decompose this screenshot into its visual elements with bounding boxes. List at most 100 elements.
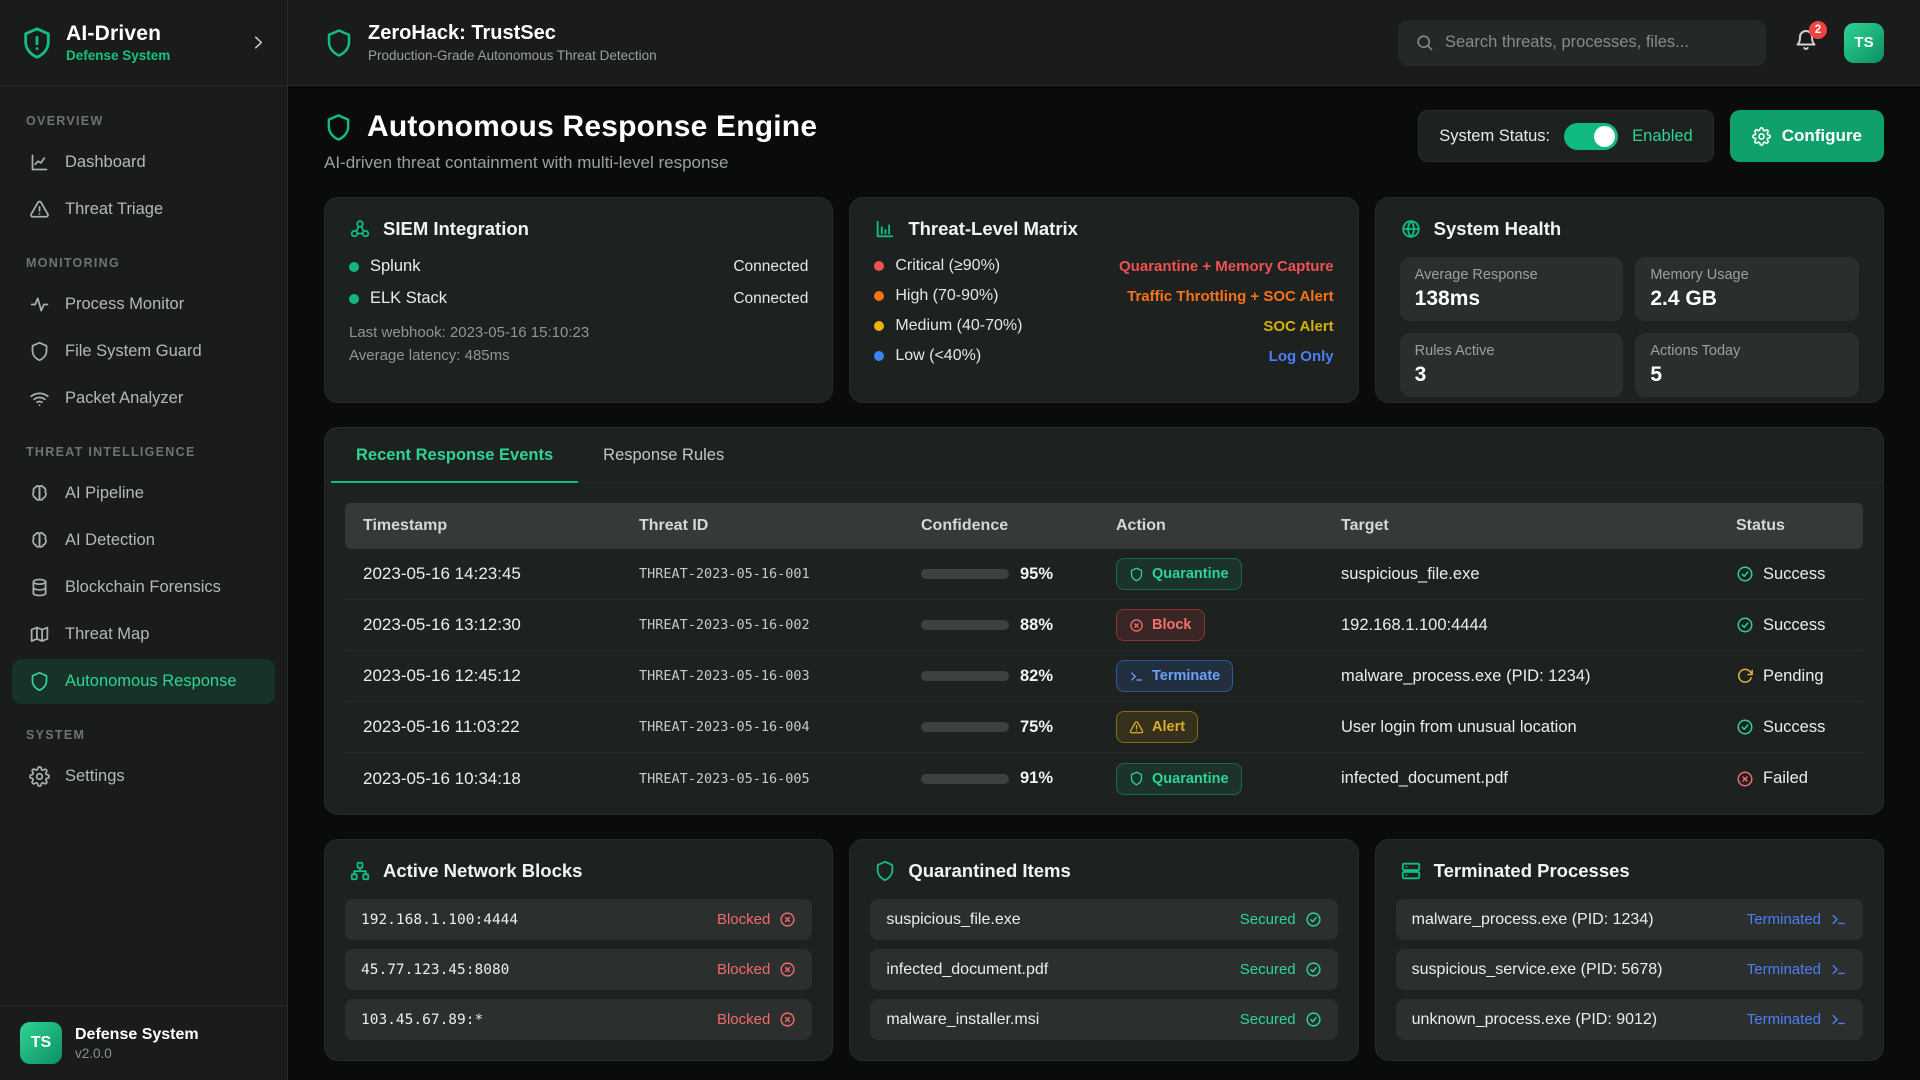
column-header: Action [1098, 503, 1323, 549]
brain-icon [29, 483, 50, 504]
sidebar-section-label: MONITORING [0, 234, 287, 280]
column-header: Timestamp [345, 503, 621, 549]
event-row: 2023-05-16 12:45:12 THREAT-2023-05-16-00… [345, 651, 1863, 702]
event-status: Pending [1718, 667, 1863, 686]
item-status[interactable]: Terminated [1747, 961, 1847, 978]
item-status[interactable]: Blocked [717, 1011, 796, 1028]
action-badge-terminate[interactable]: Terminate [1116, 660, 1233, 692]
stat-value: 138ms [1415, 287, 1609, 311]
stat-label: Actions Today [1650, 343, 1844, 359]
x-circle-icon [779, 1011, 796, 1028]
system-status-value: Enabled [1632, 127, 1693, 146]
sidebar-item-file-system-guard[interactable]: File System Guard [12, 329, 275, 374]
shield-icon [324, 28, 354, 58]
wifi-icon [29, 388, 50, 409]
level-dot [874, 351, 884, 361]
search-input[interactable] [1445, 33, 1749, 52]
action-badge-alert[interactable]: Alert [1116, 711, 1198, 743]
level-label: High (70-90%) [895, 287, 998, 305]
item-status[interactable]: Terminated [1747, 911, 1847, 928]
siem-connection-status: Connected [733, 258, 808, 276]
list-item: infected_document.pdf Secured [870, 949, 1337, 990]
item-status[interactable]: Blocked [717, 911, 796, 928]
sidebar-item-ai-detection[interactable]: AI Detection [12, 518, 275, 563]
event-confidence: 82% [903, 667, 1098, 686]
status-dot [349, 294, 359, 304]
list-item: malware_installer.msi Secured [870, 999, 1337, 1040]
search-box[interactable] [1398, 20, 1766, 66]
event-status: Success [1718, 718, 1863, 737]
sidebar-item-threat-triage[interactable]: Threat Triage [12, 187, 275, 232]
event-threat-id: THREAT-2023-05-16-005 [621, 771, 903, 787]
user-avatar[interactable]: TS [1844, 23, 1884, 63]
event-threat-id: THREAT-2023-05-16-001 [621, 566, 903, 582]
event-status: Success [1718, 565, 1863, 584]
item-name: suspicious_service.exe (PID: 5678) [1412, 961, 1663, 979]
gear-icon [29, 766, 50, 787]
event-target: User login from unusual location [1323, 718, 1718, 737]
system-status-toggle[interactable] [1564, 123, 1618, 150]
confidence-bar [921, 774, 1009, 784]
sidebar-item-autonomous-response[interactable]: Autonomous Response [12, 659, 275, 704]
list-item: suspicious_file.exe Secured [870, 899, 1337, 940]
action-badge-block[interactable]: Block [1116, 609, 1205, 641]
siem-connection-status: Connected [733, 290, 808, 308]
threat-level-row: Medium (40-70%) SOC Alert [874, 317, 1333, 335]
column-header: Status [1718, 503, 1863, 549]
list-item: malware_process.exe (PID: 1234) Terminat… [1396, 899, 1863, 940]
sidebar-item-ai-pipeline[interactable]: AI Pipeline [12, 471, 275, 516]
event-row: 2023-05-16 10:34:18 THREAT-2023-05-16-00… [345, 753, 1863, 804]
event-status: Failed [1718, 769, 1863, 788]
item-name: malware_installer.msi [886, 1011, 1039, 1029]
sidebar-section-label: OVERVIEW [0, 92, 287, 138]
siem-connection-row: ELK Stack Connected [349, 289, 808, 308]
sidebar-item-process-monitor[interactable]: Process Monitor [12, 282, 275, 327]
x-circle-icon [1129, 618, 1144, 633]
confidence-bar [921, 671, 1009, 681]
table-header-row: TimestampThreat IDConfidenceActionTarget… [345, 503, 1863, 549]
tab-response-rules[interactable]: Response Rules [578, 428, 749, 483]
item-status[interactable]: Secured [1240, 1011, 1322, 1028]
x-circle-icon [779, 961, 796, 978]
notifications-button[interactable]: 2 [1794, 28, 1818, 57]
item-status[interactable]: Secured [1240, 961, 1322, 978]
shield-icon [29, 671, 50, 692]
stat-label: Rules Active [1415, 343, 1609, 359]
tab-recent-response-events[interactable]: Recent Response Events [331, 428, 578, 483]
sidebar-item-dashboard[interactable]: Dashboard [12, 140, 275, 185]
sidebar-item-blockchain-forensics[interactable]: Blockchain Forensics [12, 565, 275, 610]
configure-label: Configure [1782, 126, 1862, 146]
product-title: ZeroHack: TrustSec [368, 22, 657, 45]
quarantine-card-title: Quarantined Items [908, 860, 1070, 882]
confidence-bar [921, 620, 1009, 630]
level-action: SOC Alert [1263, 318, 1333, 335]
threat-level-row: Critical (≥90%) Quarantine + Memory Capt… [874, 257, 1333, 275]
threat-level-row: Low (<40%) Log Only [874, 347, 1333, 365]
item-status[interactable]: Terminated [1747, 1011, 1847, 1028]
action-badge-quarantine[interactable]: Quarantine [1116, 763, 1242, 795]
sidebar-item-label: Process Monitor [65, 295, 184, 314]
server-icon [1400, 860, 1422, 882]
event-row: 2023-05-16 13:12:30 THREAT-2023-05-16-00… [345, 600, 1863, 651]
shield-icon [29, 341, 50, 362]
terminal-icon [1830, 1011, 1847, 1028]
item-status[interactable]: Secured [1240, 911, 1322, 928]
list-item: unknown_process.exe (PID: 9012) Terminat… [1396, 999, 1863, 1040]
sidebar-item-threat-map[interactable]: Threat Map [12, 612, 275, 657]
stat-label: Average Response [1415, 267, 1609, 283]
chevron-right-icon[interactable] [250, 34, 267, 51]
level-label: Low (<40%) [895, 347, 981, 365]
level-label: Medium (40-70%) [895, 317, 1022, 335]
sidebar-item-packet-analyzer[interactable]: Packet Analyzer [12, 376, 275, 421]
siem-connection-name: Splunk [370, 257, 420, 276]
action-badge-quarantine[interactable]: Quarantine [1116, 558, 1242, 590]
system-status-box: System Status: Enabled [1418, 110, 1714, 162]
refresh-icon [1736, 667, 1754, 685]
sidebar-item-label: Dashboard [65, 153, 146, 172]
globe-icon [1400, 218, 1422, 240]
sidebar-item-settings[interactable]: Settings [12, 754, 275, 799]
configure-button[interactable]: Configure [1730, 110, 1884, 162]
item-status[interactable]: Blocked [717, 961, 796, 978]
app-title: AI-Driven [66, 22, 170, 46]
main-content: Autonomous Response Engine AI-driven thr… [288, 86, 1920, 1080]
